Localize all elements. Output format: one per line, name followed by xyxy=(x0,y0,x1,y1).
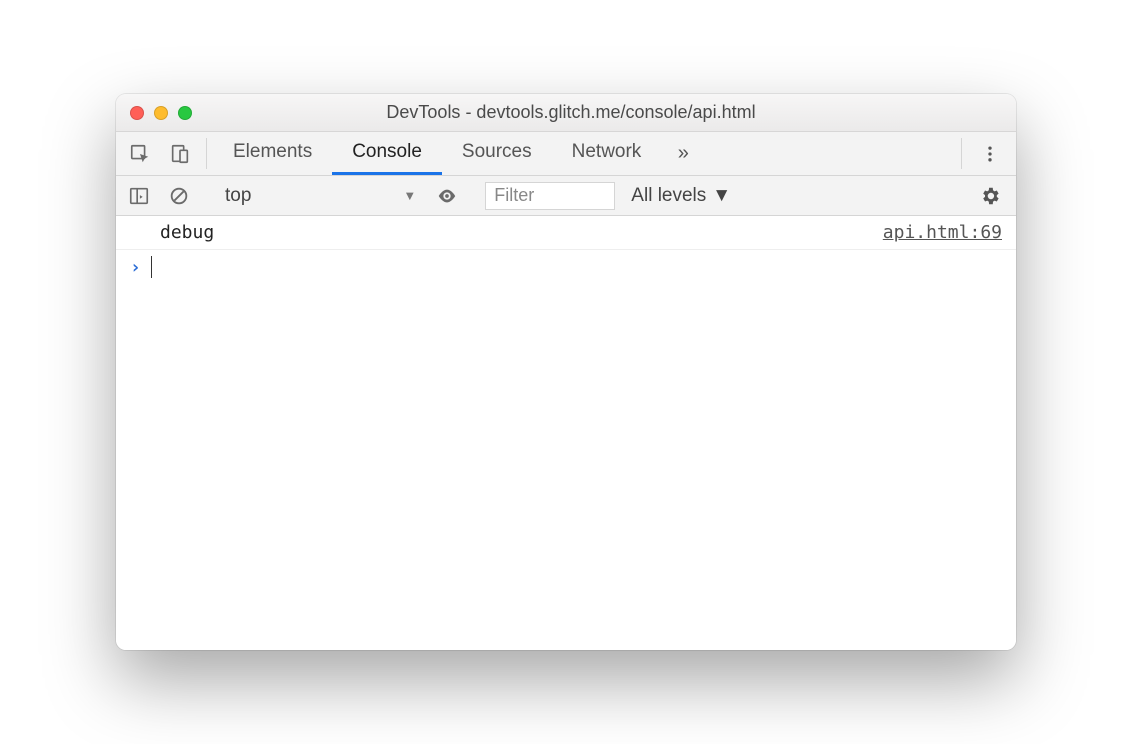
chevron-down-icon: ▼ xyxy=(403,188,416,203)
devtools-window: DevTools - devtools.glitch.me/console/ap… xyxy=(116,94,1016,650)
minimize-window-button[interactable] xyxy=(154,106,168,120)
separator xyxy=(961,138,962,169)
console-settings-button[interactable] xyxy=(970,185,1010,207)
log-message: debug xyxy=(160,222,214,243)
clear-console-icon[interactable] xyxy=(162,185,196,207)
log-levels-label: All levels xyxy=(631,185,706,207)
inspect-element-icon[interactable] xyxy=(120,132,160,175)
filter-input[interactable] xyxy=(485,182,615,210)
log-levels-selector[interactable]: All levels ▼ xyxy=(621,185,741,207)
console-log-entry: debug api.html:69 xyxy=(116,216,1016,250)
tab-label: Sources xyxy=(462,141,532,163)
prompt-chevron-icon: › xyxy=(130,257,141,278)
more-tabs-button[interactable]: » xyxy=(661,132,705,175)
chevron-right-double-icon: » xyxy=(678,142,689,165)
console-output: debug api.html:69 › xyxy=(116,216,1016,650)
titlebar: DevTools - devtools.glitch.me/console/ap… xyxy=(116,94,1016,132)
tab-console[interactable]: Console xyxy=(332,132,442,175)
spacer xyxy=(705,132,955,175)
console-prompt[interactable]: › xyxy=(116,250,1016,284)
log-source-link[interactable]: api.html:69 xyxy=(883,222,1002,243)
tab-label: Elements xyxy=(233,141,312,163)
console-toolbar: top ▼ All levels ▼ xyxy=(116,176,1016,216)
gear-icon xyxy=(979,185,1001,207)
toggle-console-sidebar-icon[interactable] xyxy=(122,185,156,207)
panel-tabs-bar: Elements Console Sources Network » xyxy=(116,132,1016,176)
device-toolbar-icon[interactable] xyxy=(160,132,200,175)
separator xyxy=(206,138,207,169)
more-vertical-icon xyxy=(980,144,1000,164)
kebab-menu-button[interactable] xyxy=(968,132,1012,175)
tab-elements[interactable]: Elements xyxy=(213,132,332,175)
execution-context-selector[interactable]: top ▼ xyxy=(217,185,424,207)
live-expression-icon[interactable] xyxy=(430,185,464,207)
tab-label: Console xyxy=(352,141,422,163)
text-cursor xyxy=(151,256,152,278)
panel-tabs: Elements Console Sources Network xyxy=(213,132,661,175)
close-window-button[interactable] xyxy=(130,106,144,120)
window-controls xyxy=(130,106,210,120)
tab-label: Network xyxy=(572,141,642,163)
zoom-window-button[interactable] xyxy=(178,106,192,120)
chevron-down-icon: ▼ xyxy=(712,185,731,207)
execution-context-label: top xyxy=(225,185,251,207)
tab-network[interactable]: Network xyxy=(552,132,662,175)
window-title: DevTools - devtools.glitch.me/console/ap… xyxy=(220,102,1002,123)
tab-sources[interactable]: Sources xyxy=(442,132,552,175)
